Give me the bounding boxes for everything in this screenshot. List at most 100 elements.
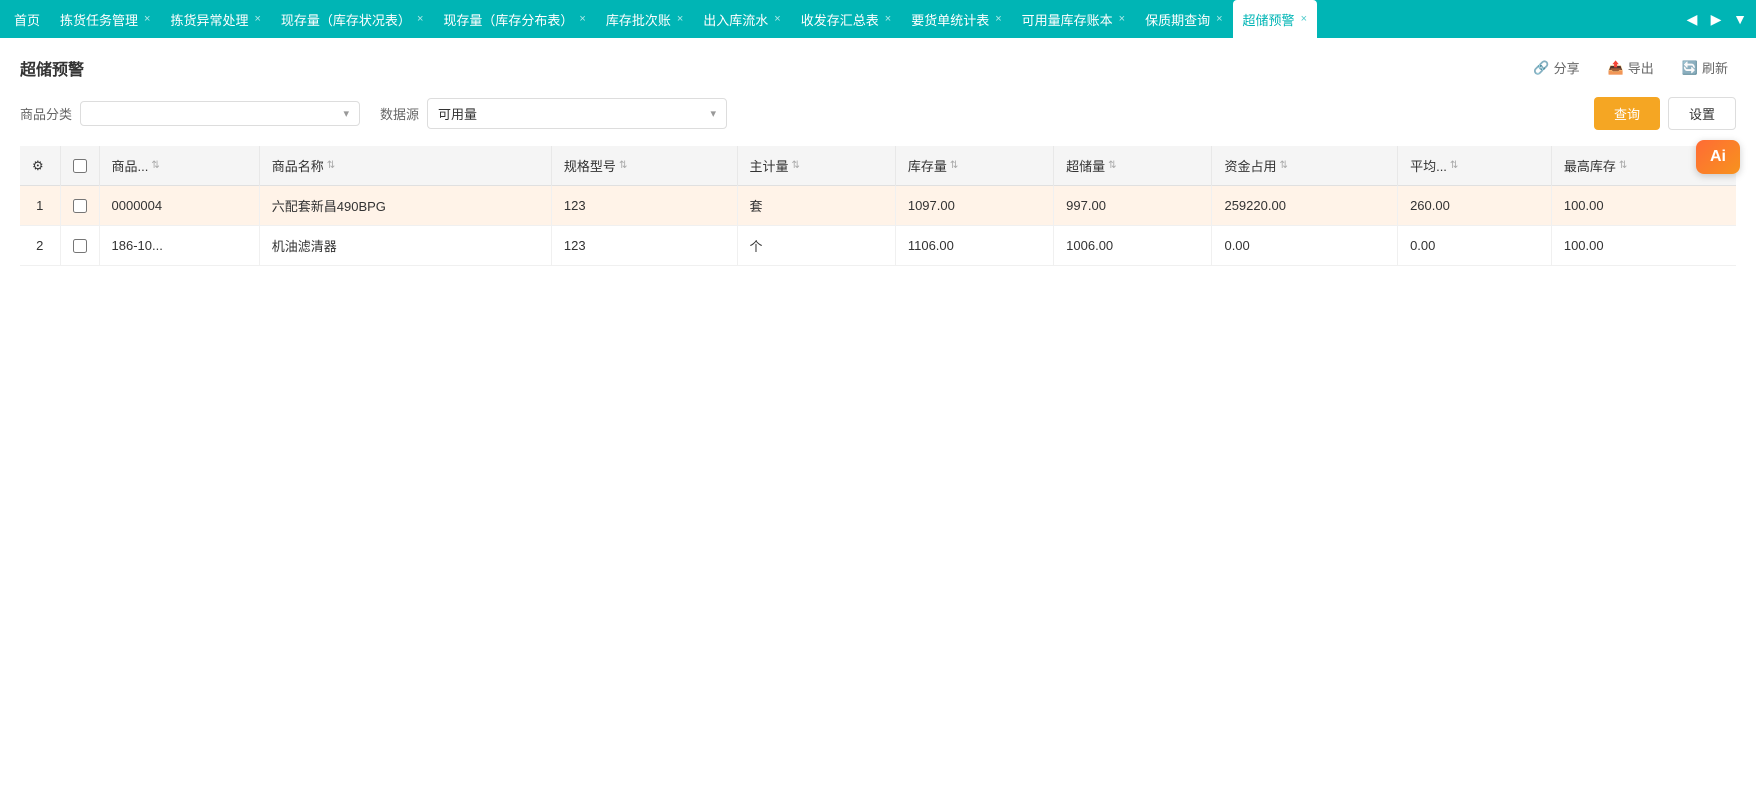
cell-code: 186-10...: [99, 226, 259, 266]
cell-avg: 0.00: [1398, 226, 1552, 266]
select-all-checkbox[interactable]: [73, 159, 87, 173]
close-icon[interactable]: ×: [1119, 13, 1125, 25]
column-over[interactable]: 超储量 ⇅: [1054, 146, 1212, 186]
column-settings[interactable]: ⚙: [20, 146, 60, 186]
sort-icon: ⇅: [1108, 160, 1116, 171]
close-icon[interactable]: ×: [1216, 13, 1222, 25]
top-navigation: 首页 拣货任务管理 × 拣货异常处理 × 现存量（库存状况表） × 现存量（库存…: [0, 0, 1756, 38]
nav-more-button[interactable]: ▼: [1728, 0, 1752, 38]
gear-icon[interactable]: ⚙: [32, 158, 44, 173]
cell-capital: 259220.00: [1212, 186, 1398, 226]
column-unit[interactable]: 主计量 ⇅: [737, 146, 895, 186]
nav-item-stock-dist[interactable]: 现存量（库存分布表） ×: [433, 0, 595, 38]
cell-max: 100.00: [1551, 186, 1736, 226]
row-checkbox[interactable]: [73, 239, 87, 253]
nav-item-summary[interactable]: 收发存汇总表 ×: [791, 0, 901, 38]
close-icon[interactable]: ×: [417, 13, 423, 25]
ai-button[interactable]: Ai: [1696, 140, 1740, 174]
cell-unit: 套: [737, 186, 895, 226]
cell-unit: 个: [737, 226, 895, 266]
cell-avg: 260.00: [1398, 186, 1552, 226]
row-number: 1: [20, 186, 60, 226]
column-stock[interactable]: 库存量 ⇅: [895, 146, 1053, 186]
chevron-down-icon: ▾: [343, 107, 349, 120]
nav-item-expiry[interactable]: 保质期查询 ×: [1135, 0, 1232, 38]
cell-code: 0000004: [99, 186, 259, 226]
cell-max: 100.00: [1551, 226, 1736, 266]
datasource-label: 数据源: [380, 104, 419, 123]
sort-icon: ⇅: [792, 160, 800, 171]
cell-capital: 0.00: [1212, 226, 1398, 266]
settings-button[interactable]: 设置: [1668, 97, 1736, 130]
datasource-value: 可用量: [438, 104, 477, 123]
close-icon[interactable]: ×: [885, 13, 891, 25]
table-row: 2 186-10... 机油滤清器 123 个 1106.00 1006.00 …: [20, 226, 1736, 266]
cell-name: 机油滤清器: [259, 226, 551, 266]
category-filter: 商品分类 ▾: [20, 101, 360, 126]
sort-icon: ⇅: [327, 160, 335, 171]
sort-icon: ⇅: [151, 160, 159, 171]
close-icon[interactable]: ×: [254, 13, 260, 25]
page-header: 超储预警 🔗 分享 📤 导出 🔄 刷新: [20, 54, 1736, 81]
nav-item-overstock[interactable]: 超储预警 ×: [1233, 0, 1317, 38]
nav-item-home[interactable]: 首页: [4, 0, 50, 38]
nav-item-order-stat[interactable]: 要货单统计表 ×: [901, 0, 1011, 38]
row-checkbox-cell: [60, 226, 99, 266]
row-checkbox[interactable]: [73, 199, 87, 213]
table-header-row: ⚙ 商品... ⇅ 商品名称 ⇅: [20, 146, 1736, 186]
close-icon[interactable]: ×: [579, 13, 585, 25]
nav-item-batch[interactable]: 库存批次账 ×: [596, 0, 693, 38]
sort-icon: ⇅: [1619, 160, 1627, 171]
cell-name: 六配套新昌490BPG: [259, 186, 551, 226]
share-button[interactable]: 🔗 分享: [1525, 54, 1587, 81]
category-label: 商品分类: [20, 104, 72, 123]
main-content: 超储预警 🔗 分享 📤 导出 🔄 刷新 商品分类 ▾ 数据: [0, 38, 1756, 800]
column-avg[interactable]: 平均... ⇅: [1398, 146, 1552, 186]
cell-spec: 123: [551, 186, 737, 226]
nav-item-pick-exception[interactable]: 拣货异常处理 ×: [160, 0, 270, 38]
filter-buttons: 查询 设置: [1594, 97, 1736, 130]
filter-row: 商品分类 ▾ 数据源 可用量 ▾ 查询 设置: [20, 97, 1736, 130]
nav-item-available[interactable]: 可用量库存账本 ×: [1012, 0, 1135, 38]
header-actions: 🔗 分享 📤 导出 🔄 刷新: [1525, 54, 1736, 81]
nav-next-button[interactable]: ▶: [1704, 0, 1728, 38]
cell-stock: 1097.00: [895, 186, 1053, 226]
close-icon[interactable]: ×: [774, 13, 780, 25]
datasource-select[interactable]: 可用量 ▾: [427, 98, 727, 129]
row-number: 2: [20, 226, 60, 266]
sort-icon: ⇅: [1450, 160, 1458, 171]
column-capital[interactable]: 资金占用 ⇅: [1212, 146, 1398, 186]
column-code[interactable]: 商品... ⇅: [99, 146, 259, 186]
refresh-icon: 🔄: [1682, 60, 1698, 76]
nav-item-pick-task[interactable]: 拣货任务管理 ×: [50, 0, 160, 38]
cell-over: 1006.00: [1054, 226, 1212, 266]
export-button[interactable]: 📤 导出: [1600, 54, 1662, 81]
cell-over: 997.00: [1054, 186, 1212, 226]
category-select[interactable]: ▾: [80, 101, 360, 126]
close-icon[interactable]: ×: [144, 13, 150, 25]
close-icon[interactable]: ×: [995, 13, 1001, 25]
refresh-button[interactable]: 🔄 刷新: [1674, 54, 1736, 81]
column-spec[interactable]: 规格型号 ⇅: [551, 146, 737, 186]
data-table: ⚙ 商品... ⇅ 商品名称 ⇅: [20, 146, 1736, 266]
export-icon: 📤: [1608, 60, 1624, 76]
nav-item-flow[interactable]: 出入库流水 ×: [693, 0, 790, 38]
sort-icon: ⇅: [619, 160, 627, 171]
share-icon: 🔗: [1533, 60, 1549, 76]
table-row: 1 0000004 六配套新昌490BPG 123 套 1097.00 997.…: [20, 186, 1736, 226]
column-name[interactable]: 商品名称 ⇅: [259, 146, 551, 186]
close-icon[interactable]: ×: [1301, 13, 1307, 25]
query-button[interactable]: 查询: [1594, 97, 1660, 130]
sort-icon: ⇅: [1279, 160, 1287, 171]
nav-prev-button[interactable]: ◀: [1680, 0, 1704, 38]
row-checkbox-cell: [60, 186, 99, 226]
close-icon[interactable]: ×: [677, 13, 683, 25]
datasource-filter: 数据源 可用量 ▾: [380, 98, 727, 129]
sort-icon: ⇅: [950, 160, 958, 171]
cell-spec: 123: [551, 226, 737, 266]
page-title: 超储预警: [20, 56, 84, 80]
chevron-down-icon: ▾: [711, 107, 717, 120]
column-checkbox: [60, 146, 99, 186]
cell-stock: 1106.00: [895, 226, 1053, 266]
nav-item-stock-status[interactable]: 现存量（库存状况表） ×: [271, 0, 433, 38]
